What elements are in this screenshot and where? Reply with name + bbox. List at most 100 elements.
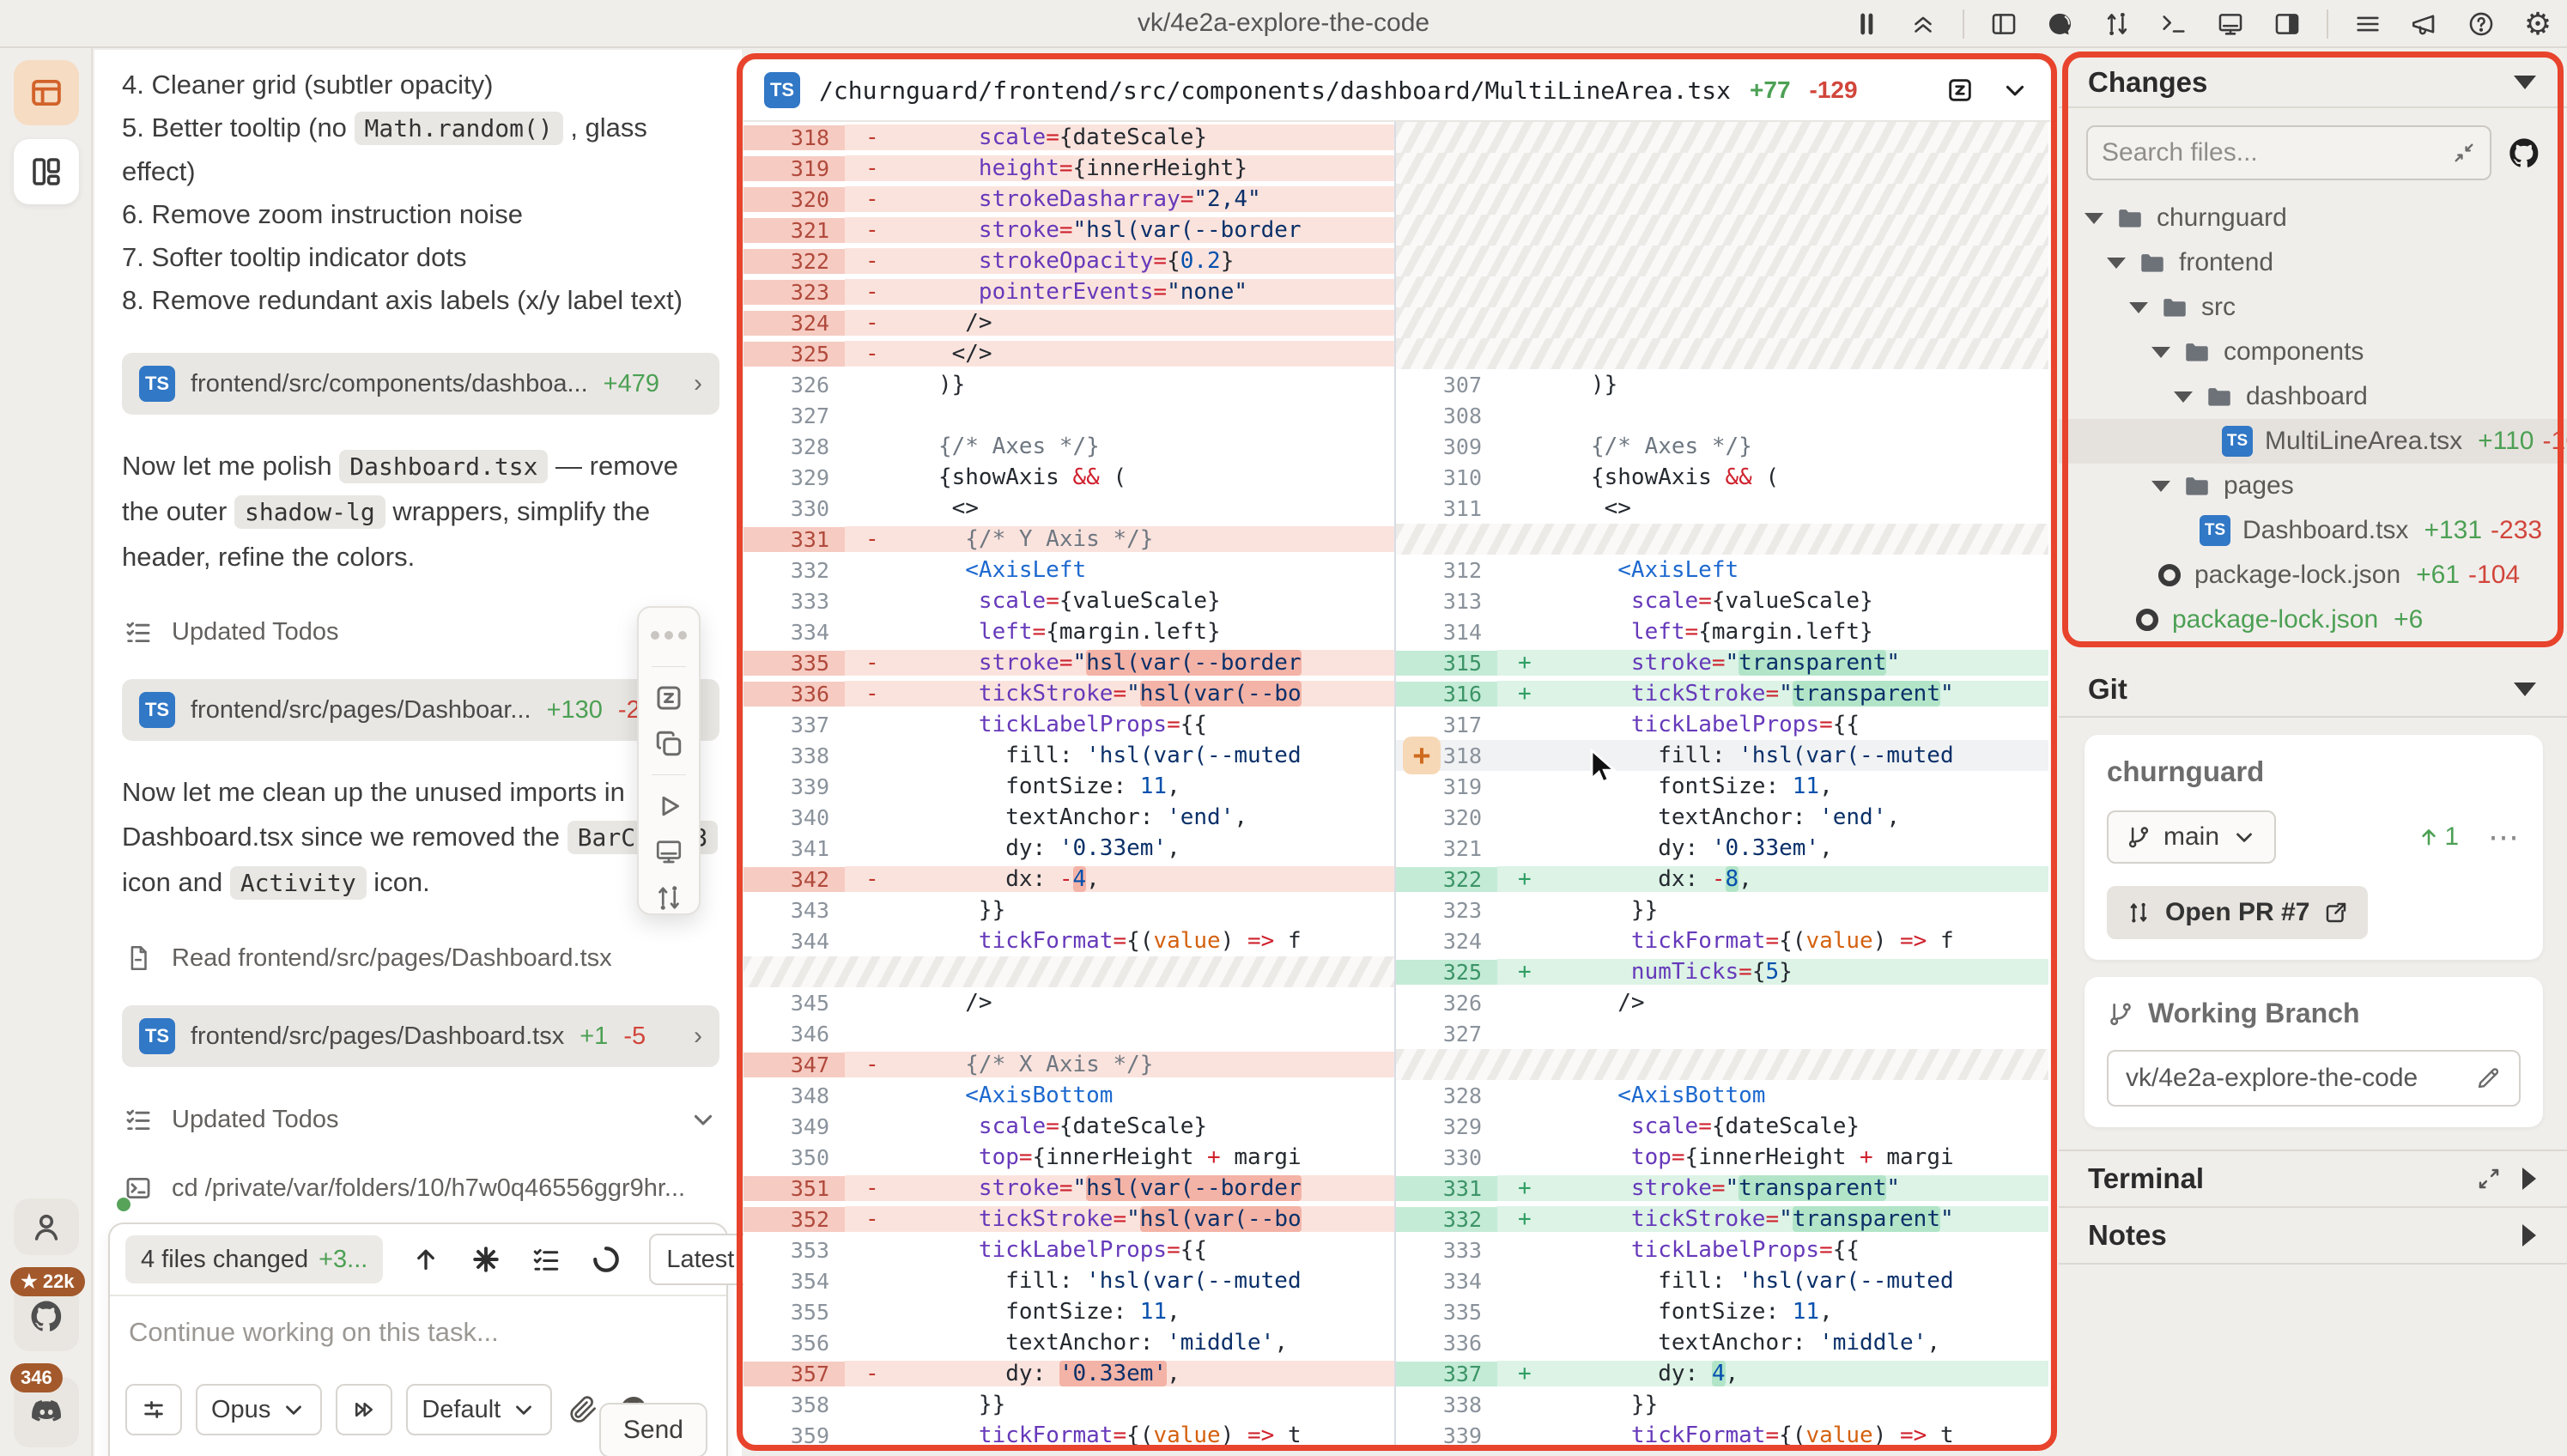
tree-item-churnguard[interactable]: churnguard [2059, 196, 2567, 240]
code-line: scale={dateScale} [898, 1113, 1394, 1139]
chat-bubble-icon[interactable] [2043, 7, 2078, 41]
board-button[interactable] [14, 139, 79, 204]
annotate-icon[interactable] [652, 682, 686, 713]
text-run: 8. Remove redundant axis labels (x/y lab… [122, 285, 683, 315]
pull-request-icon [2126, 900, 2151, 925]
tree-item-src[interactable]: src [2059, 285, 2567, 330]
text-run: Now let me clean up the unused imports i… [122, 777, 625, 852]
chevron-down-icon[interactable] [687, 1103, 719, 1136]
code-line: textAnchor: 'middle', [898, 1330, 1394, 1356]
diff-row: 330 top={innerHeight + margi [1396, 1142, 2048, 1173]
send-button[interactable]: Send [599, 1403, 707, 1456]
tree-item-package-lock-json[interactable]: package-lock.json+6 [2059, 598, 2567, 642]
help-icon[interactable] [2464, 7, 2498, 41]
code-line: dy: 4, [1551, 1361, 2048, 1386]
line-number: 309 [1396, 434, 1497, 459]
collapse-diff-icon[interactable] [2000, 76, 2030, 105]
dots-icon[interactable] [652, 620, 686, 652]
layout-toggle-button[interactable] [14, 60, 79, 125]
play-icon[interactable] [652, 790, 686, 822]
diff-row: 322+ dx: -8, [1396, 864, 2048, 895]
spark-icon[interactable] [469, 1242, 503, 1277]
search-input[interactable] [2102, 138, 2452, 167]
attach-icon[interactable] [566, 1392, 602, 1428]
add-comment-button[interactable]: + [1403, 737, 1441, 774]
tool-call-row[interactable]: Updated Todos [122, 1103, 719, 1136]
tool-call-row[interactable]: cd /private/var/folders/10/h7w0q46556ggr… [122, 1172, 719, 1204]
monitor-icon[interactable] [2213, 7, 2248, 41]
megaphone-icon[interactable] [2407, 7, 2442, 41]
git-more-menu[interactable]: ⋯ [2488, 819, 2521, 855]
section-expand-icon [2522, 1168, 2536, 1190]
git-compare-icon[interactable] [2100, 7, 2134, 41]
diff-row: 321- stroke="hsl(var(--border [743, 215, 1394, 246]
edit-branch-icon[interactable] [2474, 1065, 2502, 1092]
tree-item-components[interactable]: components [2059, 330, 2567, 374]
file-search[interactable] [2086, 125, 2491, 180]
tool-call-row[interactable]: Updated Todos [122, 616, 719, 648]
branch-dropdown[interactable]: main [2107, 810, 2276, 864]
github-button[interactable]: ★ 22k [14, 1281, 79, 1351]
discord-button[interactable]: 346 [14, 1377, 79, 1447]
added-count: +131 [2424, 516, 2482, 545]
changes-header[interactable]: Changes [2059, 50, 2567, 106]
line-number: 348 [743, 1083, 845, 1108]
tree-item-dashboard[interactable]: dashboard [2059, 374, 2567, 419]
mode-dropdown[interactable]: Default [406, 1384, 552, 1435]
code-line: stroke="hsl(var(--border [898, 217, 1394, 243]
panel-left-icon[interactable] [1987, 7, 2021, 41]
file-change-chip[interactable]: TSfrontend/src/pages/Dashboar...+130-23 [122, 679, 719, 741]
pause-icon[interactable] [1849, 7, 1884, 41]
files-changed-chip[interactable]: 4 files changed +3... [125, 1235, 383, 1283]
notes-header[interactable]: Notes [2059, 1208, 2567, 1263]
menu-icon[interactable] [2351, 7, 2385, 41]
git-compare-icon[interactable] [652, 882, 686, 913]
repo-name: churnguard [2107, 755, 2521, 788]
collapse-tree-icon[interactable] [2452, 141, 2476, 165]
line-number: 317 [1396, 713, 1497, 737]
panel-right-icon[interactable] [2270, 7, 2304, 41]
scroll-up-icon[interactable] [409, 1242, 443, 1277]
monitor-icon[interactable] [652, 836, 686, 868]
settings-icon[interactable]: ⚙ [2521, 7, 2555, 41]
latest-label: Latest [666, 1246, 734, 1274]
model-dropdown[interactable]: Opus [196, 1384, 322, 1435]
diff-row [1396, 1049, 2048, 1080]
settings-sliders-button[interactable] [125, 1384, 182, 1435]
file-change-chip[interactable]: TSfrontend/src/pages/Dashboard.tsx+1-5› [122, 1005, 719, 1067]
diff-row: 312 <AxisLeft [1396, 555, 2048, 585]
tree-item-package-lock-json[interactable]: package-lock.json+61-104 [2059, 553, 2567, 598]
diff-marker: + [1497, 681, 1551, 707]
terminal-header[interactable]: Terminal [2059, 1151, 2567, 1206]
diff-row: 311 <> [1396, 493, 2048, 524]
git-header[interactable]: Git [2059, 663, 2567, 716]
working-branch-field[interactable]: vk/4e2a-explore-the-code [2107, 1050, 2521, 1107]
open-pr-button[interactable]: Open PR #7 [2107, 886, 2368, 939]
composer-input[interactable]: Continue working on this task... [110, 1296, 726, 1348]
expand-triangle-icon [2107, 258, 2126, 269]
code-line: dy: '0.33em', [898, 835, 1394, 861]
todos-icon[interactable] [529, 1242, 563, 1277]
annotate-icon[interactable] [1945, 76, 1975, 105]
line-number: 325 [1396, 960, 1497, 985]
board-icon [28, 154, 64, 190]
code-line: <AxisBottom [1551, 1083, 2048, 1108]
collapse-up-icon[interactable] [1906, 7, 1940, 41]
tree-item-dashboard-tsx[interactable]: TSDashboard.tsx+131-233 [2059, 508, 2567, 553]
fast-forward-button[interactable] [336, 1384, 392, 1435]
expand-terminal-icon[interactable] [2476, 1166, 2502, 1192]
account-button[interactable] [14, 1198, 79, 1255]
tree-item-multilinearea-tsx[interactable]: TSMultiLineArea.tsx+110-162 [2059, 419, 2567, 464]
copy-icon[interactable] [652, 728, 686, 760]
code-line: tickLabelProps={{ [898, 712, 1394, 737]
tree-item-pages[interactable]: pages [2059, 464, 2567, 508]
file-name: package-lock.json [2194, 561, 2400, 590]
code-line: strokeDasharray="2,4" [898, 186, 1394, 212]
diff-row: 314 left={margin.left} [1396, 616, 2048, 647]
code-line: <> [1551, 495, 2048, 521]
tree-item-frontend[interactable]: frontend [2059, 240, 2567, 285]
file-change-chip[interactable]: TSfrontend/src/components/dashboa...+479… [122, 353, 719, 415]
tool-call-row[interactable]: Read frontend/src/pages/Dashboard.tsx [122, 942, 719, 974]
terminal-icon[interactable] [2157, 7, 2191, 41]
github-cat-icon[interactable] [2507, 136, 2541, 170]
